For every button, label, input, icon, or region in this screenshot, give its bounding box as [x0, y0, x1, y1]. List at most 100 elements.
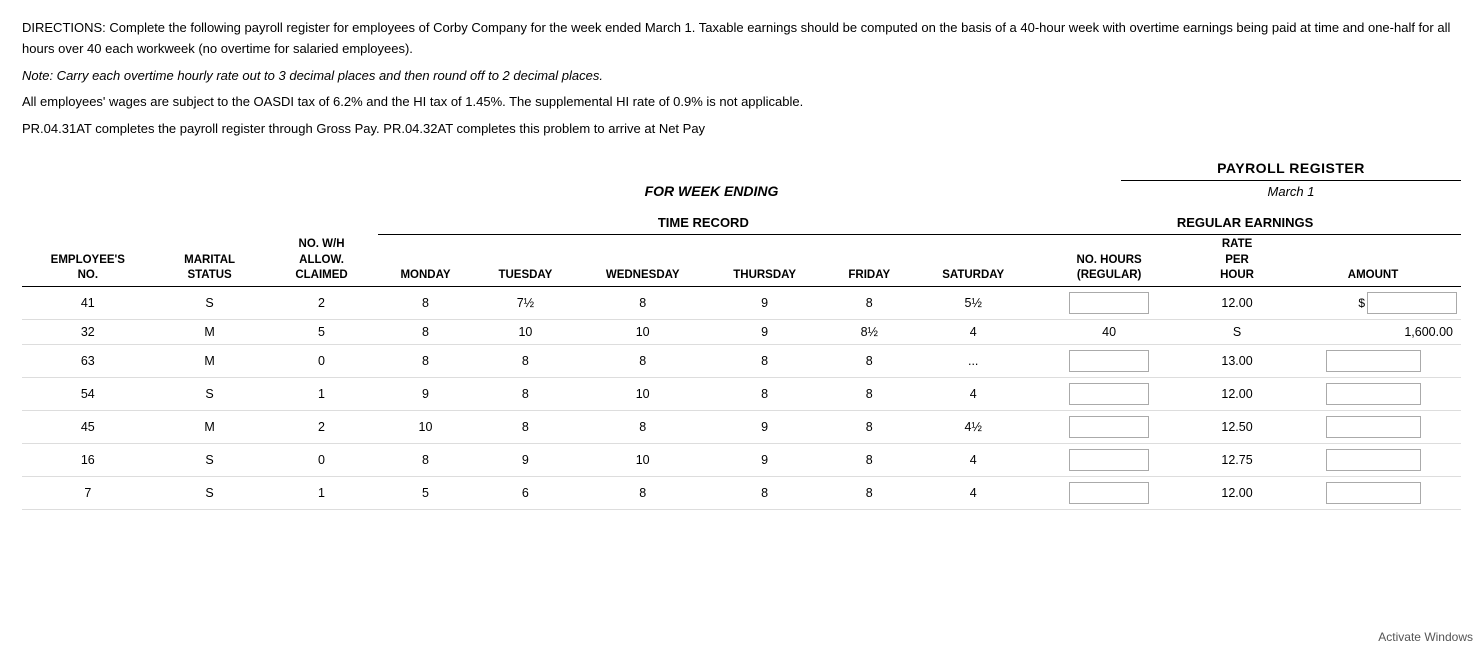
cell-value: 8	[522, 387, 529, 401]
data-cell: 2	[266, 410, 378, 443]
table-body: 41S287½8985½12.00$32M58101098½440S1,600.…	[22, 287, 1461, 510]
amount-input[interactable]	[1326, 449, 1421, 471]
data-cell: 8	[473, 344, 577, 377]
directions-line2: Note: Carry each overtime hourly rate ou…	[22, 66, 1461, 87]
cell-value: 1	[318, 387, 325, 401]
cell-value: S	[1233, 325, 1241, 339]
input-cell[interactable]	[1029, 344, 1189, 377]
cell-value: 12.00	[1221, 387, 1252, 401]
data-cell: S	[1189, 319, 1285, 344]
cell-value: S	[205, 486, 213, 500]
amount-input[interactable]	[1326, 416, 1421, 438]
data-cell: 40	[1029, 319, 1189, 344]
data-cell: 9	[378, 377, 474, 410]
data-cell: 12.00	[1189, 476, 1285, 509]
data-cell: 10	[378, 410, 474, 443]
amount-input[interactable]	[1326, 482, 1421, 504]
data-cell: 9	[708, 443, 821, 476]
input-cell[interactable]	[1029, 377, 1189, 410]
cell-value: 8	[422, 325, 429, 339]
hours-input[interactable]	[1069, 416, 1149, 438]
input-cell[interactable]	[1285, 443, 1461, 476]
data-cell: 8	[708, 377, 821, 410]
cell-value: 54	[81, 387, 95, 401]
data-cell: S	[154, 443, 266, 476]
cell-value: 8	[866, 420, 873, 434]
input-cell[interactable]	[1029, 410, 1189, 443]
amount-input[interactable]	[1326, 350, 1421, 372]
data-cell: 8	[577, 287, 708, 320]
data-cell: 8	[821, 377, 917, 410]
cell-value: 10	[636, 325, 650, 339]
data-cell: ...	[917, 344, 1029, 377]
data-cell: 8	[708, 476, 821, 509]
amount-input[interactable]	[1367, 292, 1457, 314]
hours-input[interactable]	[1069, 350, 1149, 372]
payroll-register-title: PAYROLL REGISTER	[1121, 160, 1461, 176]
data-cell: S	[154, 287, 266, 320]
data-cell: 63	[22, 344, 154, 377]
time-record-header: TIME RECORD	[378, 209, 1030, 235]
hours-input[interactable]	[1069, 383, 1149, 405]
cell-value: 8	[866, 453, 873, 467]
data-cell: 0	[266, 443, 378, 476]
input-cell[interactable]	[1285, 344, 1461, 377]
cell-value: 8	[639, 354, 646, 368]
data-cell: M	[154, 410, 266, 443]
input-cell[interactable]	[1029, 443, 1189, 476]
amount-input[interactable]	[1326, 383, 1421, 405]
input-cell[interactable]	[1029, 476, 1189, 509]
cell-value: 4½	[965, 420, 982, 434]
cell-value: 7	[84, 486, 91, 500]
data-cell: 8	[378, 443, 474, 476]
data-cell: 10	[577, 443, 708, 476]
cell-value: 4	[970, 387, 977, 401]
cell-value: 8	[422, 453, 429, 467]
data-cell: 8	[821, 443, 917, 476]
table-row: 63M088888...13.00	[22, 344, 1461, 377]
col-tuesday: TUESDAY	[473, 234, 577, 286]
data-cell: 54	[22, 377, 154, 410]
cell-value: 8	[422, 354, 429, 368]
table-row: 54S1981088412.00	[22, 377, 1461, 410]
activate-windows-label: Activate Windows	[1378, 630, 1473, 644]
cell-value: 45	[81, 420, 95, 434]
cell-value: 13.00	[1221, 354, 1252, 368]
hours-input[interactable]	[1069, 292, 1149, 314]
cell-value: 10	[419, 420, 433, 434]
data-cell: 8	[821, 410, 917, 443]
cell-value: S	[205, 387, 213, 401]
data-cell: 10	[577, 377, 708, 410]
cell-value: 9	[422, 387, 429, 401]
data-cell: 8	[821, 476, 917, 509]
data-cell: 7½	[473, 287, 577, 320]
data-cell: 9	[708, 319, 821, 344]
data-cell: 8½	[821, 319, 917, 344]
hours-input[interactable]	[1069, 482, 1149, 504]
data-cell: 1	[266, 377, 378, 410]
input-cell[interactable]	[1285, 476, 1461, 509]
data-cell: 10	[577, 319, 708, 344]
input-cell[interactable]	[1285, 377, 1461, 410]
cell-value: 12.00	[1221, 296, 1252, 310]
input-cell[interactable]	[1285, 410, 1461, 443]
cell-value: 32	[81, 325, 95, 339]
col-wednesday: WEDNESDAY	[577, 234, 708, 286]
cell-value: 63	[81, 354, 95, 368]
payroll-register-date: March 1	[1121, 180, 1461, 199]
directions-line4: PR.04.31AT completes the payroll registe…	[22, 119, 1461, 140]
dollar-prefix: $	[1358, 296, 1367, 310]
data-cell: 32	[22, 319, 154, 344]
input-cell[interactable]: $	[1285, 287, 1461, 320]
data-cell: 4	[917, 476, 1029, 509]
section-header-row: TIME RECORD REGULAR EARNINGS	[22, 209, 1461, 235]
cell-value: 8	[761, 486, 768, 500]
cell-value: 10	[636, 453, 650, 467]
input-cell[interactable]	[1029, 287, 1189, 320]
hours-input[interactable]	[1069, 449, 1149, 471]
cell-value: 9	[761, 325, 768, 339]
col-marital-status: MARITALSTATUS	[154, 234, 266, 286]
data-cell: 8	[378, 344, 474, 377]
data-cell: 41	[22, 287, 154, 320]
table-row: 32M58101098½440S1,600.00	[22, 319, 1461, 344]
